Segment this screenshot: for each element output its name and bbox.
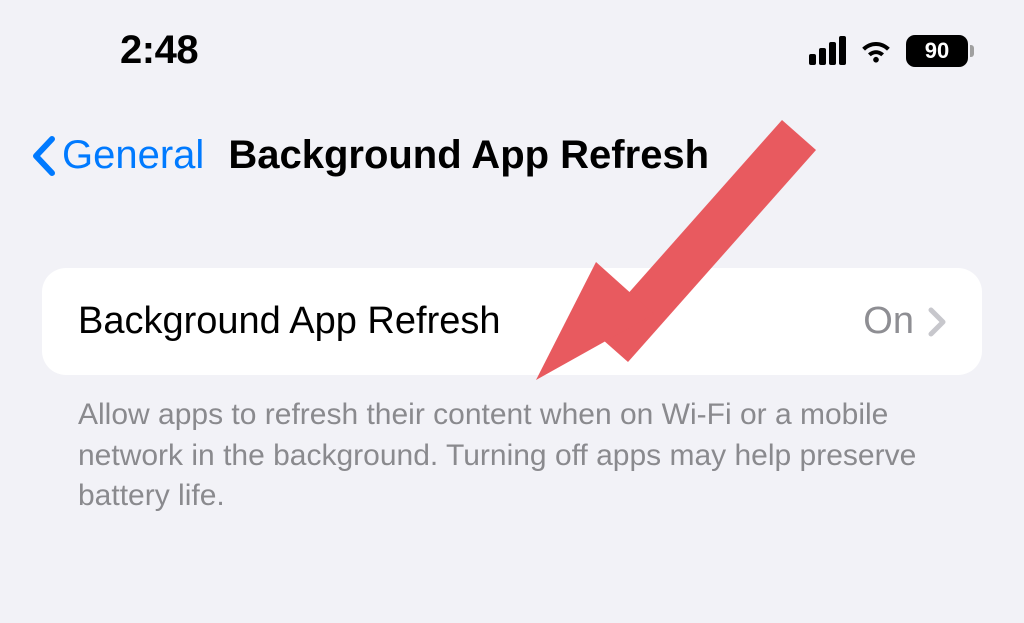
- background-app-refresh-row[interactable]: Background App Refresh On: [42, 268, 982, 375]
- content-area: Background App Refresh On Allow apps to …: [0, 208, 1024, 517]
- battery-level: 90: [925, 38, 949, 64]
- chevron-left-icon: [30, 135, 58, 177]
- wifi-icon: [858, 37, 894, 65]
- nav-bar: General Background App Refresh: [0, 93, 1024, 208]
- chevron-right-icon: [928, 307, 946, 337]
- status-time: 2:48: [120, 28, 198, 73]
- battery-icon: 90: [906, 35, 974, 67]
- status-indicators: 90: [809, 35, 974, 67]
- cellular-icon: [809, 37, 846, 65]
- status-bar: 2:48 90: [0, 0, 1024, 93]
- page-title: Background App Refresh: [228, 133, 709, 178]
- row-label: Background App Refresh: [78, 300, 501, 343]
- row-value: On: [863, 300, 914, 343]
- footer-description: Allow apps to refresh their content when…: [42, 375, 982, 517]
- back-button[interactable]: General: [30, 133, 204, 178]
- row-value-group: On: [863, 300, 946, 343]
- back-label: General: [62, 133, 204, 178]
